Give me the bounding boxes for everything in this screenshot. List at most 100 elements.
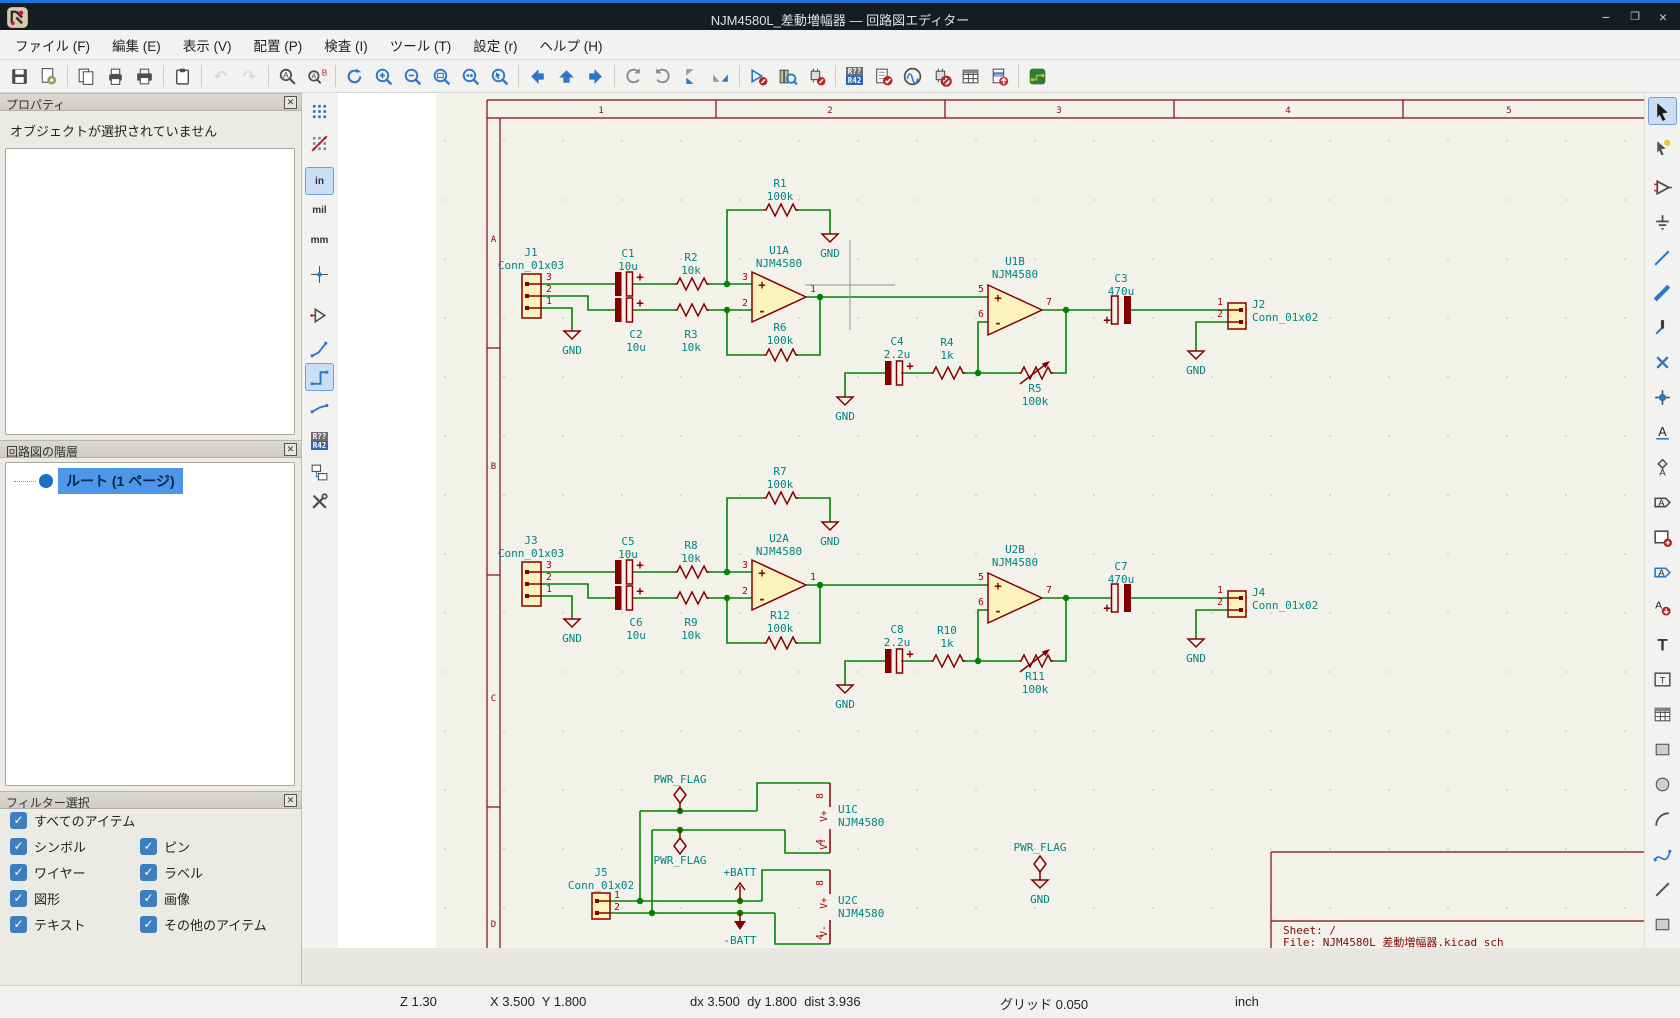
filter-checkbox-6[interactable]: ✓ 図形 <box>10 889 60 908</box>
edit-footprint-icon[interactable] <box>802 62 831 91</box>
annotate-button[interactable]: R?? R42 <box>840 62 869 91</box>
filter-checkbox-5[interactable]: ✓ ラベル <box>140 863 203 882</box>
menu-help[interactable]: ヘルプ (H) <box>529 30 614 60</box>
close-button[interactable]: × <box>1651 6 1675 30</box>
wire-to-bus-entry-icon[interactable] <box>1648 313 1677 341</box>
hidden-pins-icon[interactable] <box>305 301 334 329</box>
edit-symbol-icon[interactable] <box>744 62 773 91</box>
simulator-icon[interactable] <box>898 62 927 91</box>
hierarchy-navigator-icon[interactable] <box>305 458 334 486</box>
close-icon[interactable]: ✕ <box>284 794 297 807</box>
unit-mils-button[interactable]: mil <box>305 196 334 224</box>
left-toolbar: in mil mm R?? R42 <box>302 93 338 948</box>
page-settings-icon[interactable] <box>34 62 63 91</box>
mirror-horizontal-icon[interactable] <box>706 62 735 91</box>
print-icon[interactable] <box>101 62 130 91</box>
zoom-fit-icon[interactable] <box>427 62 456 91</box>
cursor-shape-icon[interactable] <box>305 260 334 288</box>
hierarchy-root-item[interactable]: ルート (1 ページ) <box>10 468 300 494</box>
copy-pages-icon[interactable] <box>72 62 101 91</box>
paste-icon[interactable] <box>168 62 197 91</box>
import-sheet-pin-icon[interactable]: A <box>1648 593 1677 621</box>
net-label-icon[interactable]: A <box>1648 418 1677 446</box>
minimize-button[interactable]: − <box>1594 6 1618 30</box>
annotate-auto-button[interactable]: R?? R42 <box>305 427 334 455</box>
place-symbol-icon[interactable] <box>1648 173 1677 201</box>
zoom-in-icon[interactable] <box>369 62 398 91</box>
erc-icon[interactable] <box>869 62 898 91</box>
schematic-canvas[interactable]: + + + + <box>338 93 1644 948</box>
menu-tools[interactable]: ツール (T) <box>379 30 463 60</box>
menu-inspect[interactable]: 検査 (I) <box>313 30 379 60</box>
place-bus-icon[interactable] <box>1648 278 1677 306</box>
menu-file[interactable]: ファイル (F) <box>4 30 101 60</box>
place-power-port-icon[interactable] <box>1648 208 1677 236</box>
netclass-directive-icon[interactable]: A <box>1648 453 1677 481</box>
zoom-selection-icon[interactable] <box>485 62 514 91</box>
refresh-icon[interactable] <box>340 62 369 91</box>
bom-export-icon[interactable]: .bom <box>985 62 1014 91</box>
menu-edit[interactable]: 編集 (E) <box>101 30 172 60</box>
plot-icon[interactable] <box>130 62 159 91</box>
nav-up-icon[interactable] <box>552 62 581 91</box>
label-c-top-ref: C1 <box>621 247 634 260</box>
show-properties-icon[interactable] <box>305 487 334 515</box>
draw-bezier-icon[interactable] <box>1648 840 1677 868</box>
rotate-cw-icon[interactable] <box>648 62 677 91</box>
place-image-icon[interactable] <box>1648 910 1677 938</box>
undo-icon[interactable]: ↶ <box>206 62 235 91</box>
draw-line-icon[interactable] <box>1648 875 1677 903</box>
unit-inches-button[interactable]: in <box>305 167 334 195</box>
hierarchical-label-icon[interactable]: A <box>1648 558 1677 586</box>
place-table-icon[interactable] <box>1648 700 1677 728</box>
filter-checkbox-9[interactable]: ✓ その他のアイテム <box>140 915 267 934</box>
zoom-out-icon[interactable] <box>398 62 427 91</box>
close-icon[interactable]: ✕ <box>284 443 297 456</box>
wire-mode-free-icon[interactable] <box>305 335 334 363</box>
rotate-ccw-icon[interactable] <box>619 62 648 91</box>
filter-checkbox-4[interactable]: ✓ ワイヤー <box>10 863 86 882</box>
select-tool-icon[interactable] <box>1648 97 1677 125</box>
open-pcb-editor-icon[interactable] <box>1023 62 1052 91</box>
place-wire-icon[interactable] <box>1648 243 1677 271</box>
no-connect-flag-icon[interactable] <box>1648 348 1677 376</box>
menu-place[interactable]: 配置 (P) <box>243 30 314 60</box>
save-icon[interactable] <box>5 62 34 91</box>
filter-checkbox-7[interactable]: ✓ 画像 <box>140 889 190 908</box>
draw-circle-icon[interactable] <box>1648 770 1677 798</box>
nav-forward-icon[interactable] <box>581 62 610 91</box>
menu-view[interactable]: 表示 (V) <box>172 30 243 60</box>
wire-mode-hv-icon[interactable] <box>305 363 334 391</box>
maximize-button[interactable]: ❐ <box>1623 6 1647 30</box>
assign-footprints-icon[interactable] <box>927 62 956 91</box>
redo-icon[interactable]: ↷ <box>235 62 264 91</box>
find-icon[interactable]: A <box>273 62 302 91</box>
highlight-net-icon[interactable] <box>1648 133 1677 161</box>
symbol-fields-table-icon[interactable] <box>956 62 985 91</box>
find-replace-icon[interactable]: AB <box>302 62 331 91</box>
close-icon[interactable]: ✕ <box>284 96 297 109</box>
hierarchical-sheet-icon[interactable] <box>1648 523 1677 551</box>
mirror-vertical-icon[interactable] <box>677 62 706 91</box>
place-text-icon[interactable]: T <box>1648 630 1677 658</box>
filter-checkbox-0[interactable]: ✓ すべてのアイテム <box>10 811 135 830</box>
wire-mode-any-icon[interactable] <box>305 391 334 419</box>
draw-arc-icon[interactable] <box>1648 805 1677 833</box>
status-bar: Z 1.30 X 3.500 Y 1.800 dx 3.500 dy 1.800… <box>0 985 1680 1018</box>
grid-overrides-icon[interactable] <box>305 129 334 157</box>
filter-checkbox-2[interactable]: ✓ シンボル <box>10 837 86 856</box>
symbol-library-browser-icon[interactable] <box>773 62 802 91</box>
place-junction-icon[interactable] <box>1648 383 1677 411</box>
filter-checkbox-3[interactable]: ✓ ピン <box>140 837 190 856</box>
global-label-icon[interactable]: A <box>1648 488 1677 516</box>
draw-rectangle-icon[interactable] <box>1648 735 1677 763</box>
label-vp: V+ <box>819 897 830 909</box>
place-textbox-icon[interactable]: T <box>1648 665 1677 693</box>
grid-visibility-icon[interactable] <box>305 97 334 125</box>
menu-preferences[interactable]: 設定 (r) <box>462 30 528 60</box>
filter-checkbox-8[interactable]: ✓ テキスト <box>10 915 86 934</box>
nav-back-icon[interactable] <box>523 62 552 91</box>
zoom-objects-icon[interactable] <box>456 62 485 91</box>
label-c-out-val: 470u <box>1108 285 1135 298</box>
unit-mm-button[interactable]: mm <box>305 226 334 254</box>
